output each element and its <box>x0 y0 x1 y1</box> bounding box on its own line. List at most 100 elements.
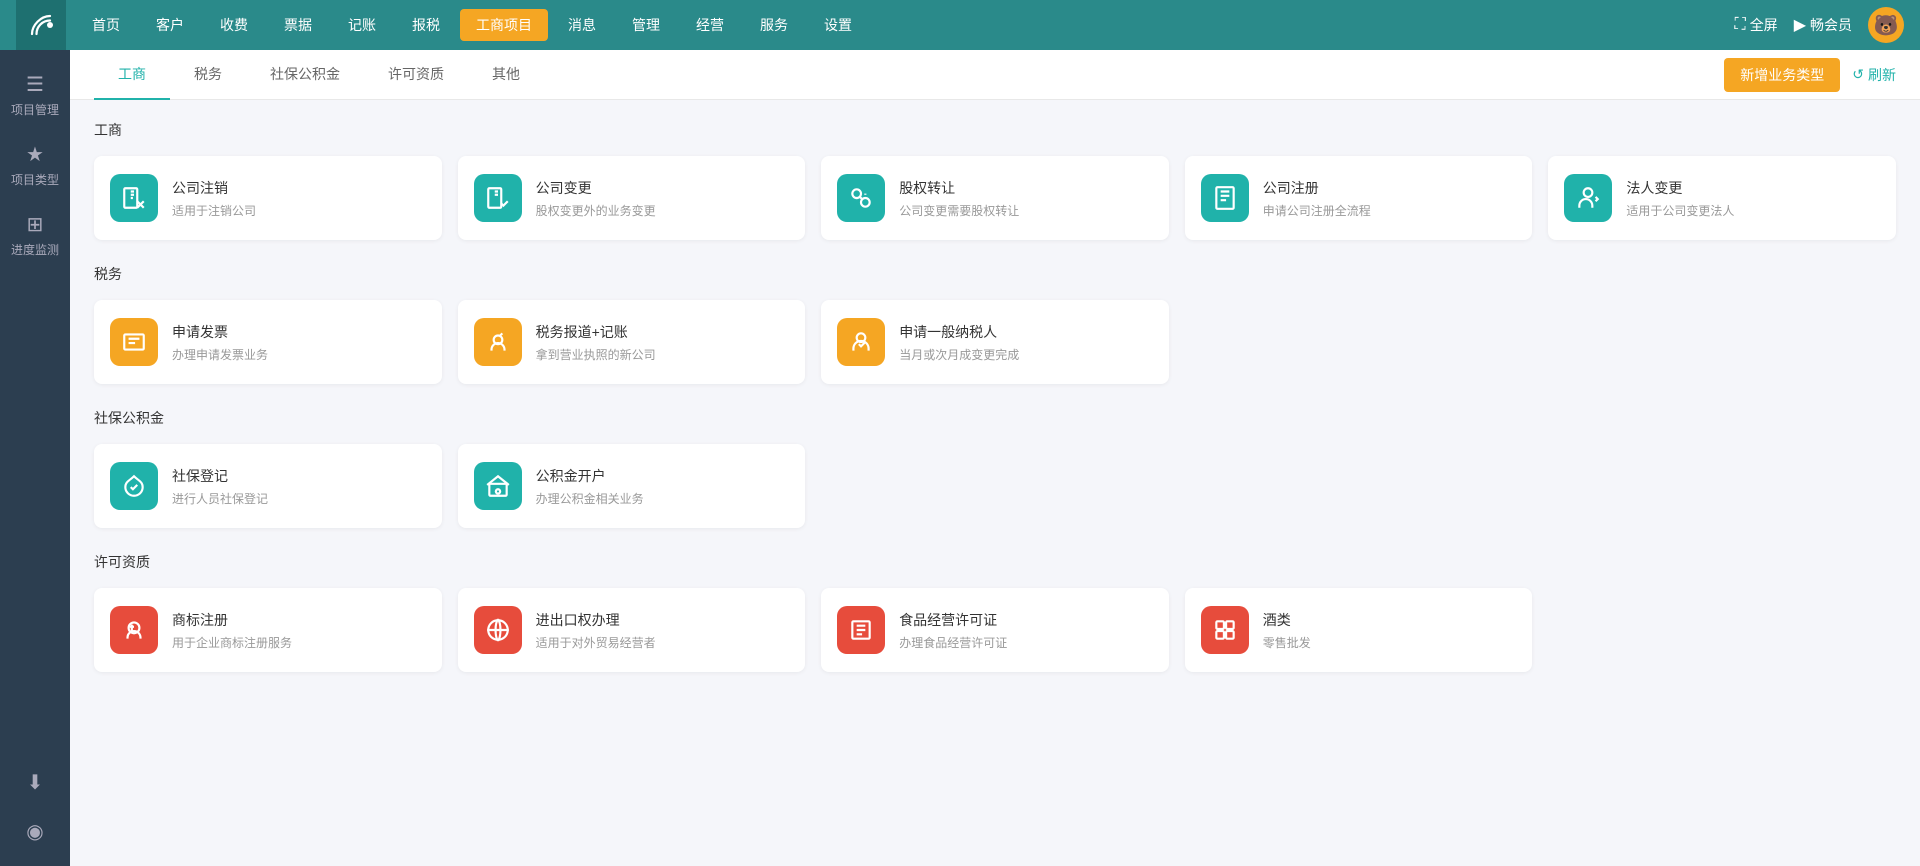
tab-xuke[interactable]: 许可资质 <box>364 50 468 100</box>
tab-gongshang[interactable]: 工商 <box>94 50 170 100</box>
user-avatar[interactable]: 🐻 <box>1868 7 1904 43</box>
nav-bill[interactable]: 票据 <box>268 9 328 41</box>
wine-info: 酒类 零售批发 <box>1263 610 1311 651</box>
company-cancel-desc: 适用于注销公司 <box>172 202 256 219</box>
company-register-title: 公司注册 <box>1263 178 1371 198</box>
section-shuiwu-title: 税务 <box>94 264 1896 284</box>
content-area: 工商 税务 社保公积金 许可资质 其他 新增业务类型 ↺ 刷新 工商 <box>70 50 1920 866</box>
legal-change-title: 法人变更 <box>1626 178 1734 198</box>
left-sidebar: ☰ 项目管理 ★ 项目类型 ⊞ 进度监测 ⬇ ◉ <box>0 50 70 866</box>
fullscreen-label: 全屏 <box>1750 15 1778 35</box>
card-housing-fund[interactable]: 公积金开户 办理公积金相关业务 <box>458 444 806 528</box>
trademark-title: 商标注册 <box>172 610 292 630</box>
social-insurance-info: 社保登记 进行人员社保登记 <box>172 466 268 507</box>
tab-bar: 工商 税务 社保公积金 许可资质 其他 新增业务类型 ↺ 刷新 <box>70 50 1920 100</box>
card-company-register[interactable]: 公司注册 申请公司注册全流程 <box>1185 156 1533 240</box>
general-taxpayer-info: 申请一般纳税人 当月或次月成变更完成 <box>899 322 1019 363</box>
nav-fee[interactable]: 收费 <box>204 9 264 41</box>
card-social-insurance[interactable]: 社保登记 进行人员社保登记 <box>94 444 442 528</box>
equity-transfer-info: 股权转让 公司变更需要股权转让 <box>899 178 1019 219</box>
equity-transfer-icon <box>837 174 885 222</box>
food-license-info: 食品经营许可证 办理食品经营许可证 <box>899 610 1007 651</box>
shebao-cards: 社保登记 进行人员社保登记 公积金开户 办理公积金相关业务 <box>94 444 1896 528</box>
invoice-apply-icon <box>110 318 158 366</box>
nav-service[interactable]: 服务 <box>744 9 804 41</box>
nav-settings[interactable]: 设置 <box>808 9 868 41</box>
housing-fund-desc: 办理公积金相关业务 <box>536 490 644 507</box>
tab-other[interactable]: 其他 <box>468 50 544 100</box>
tax-report-info: 税务报道+记账 拿到营业执照的新公司 <box>536 322 656 363</box>
housing-fund-title: 公积金开户 <box>536 466 644 486</box>
xuke-cards: 商标注册 用于企业商标注册服务 进出口权办理 适用于对外贸易经营者 <box>94 588 1896 672</box>
nav-tax[interactable]: 报税 <box>396 9 456 41</box>
gongshang-cards: 公司注销 适用于注销公司 公司变更 股权变更外的业务变更 <box>94 156 1896 240</box>
fullscreen-btn[interactable]: ⛶ 全屏 <box>1734 15 1777 35</box>
card-wine[interactable]: 酒类 零售批发 <box>1185 588 1533 672</box>
tab-shuiwu[interactable]: 税务 <box>170 50 246 100</box>
member-btn[interactable]: ▶ 畅会员 <box>1794 15 1852 35</box>
nav-message[interactable]: 消息 <box>552 9 612 41</box>
refresh-button[interactable]: ↺ 刷新 <box>1852 65 1896 85</box>
social-insurance-desc: 进行人员社保登记 <box>172 490 268 507</box>
nav-items: 首页 客户 收费 票据 记账 报税 工商项目 消息 管理 经营 服务 设置 <box>76 9 1734 41</box>
nav-accounting[interactable]: 记账 <box>332 9 392 41</box>
company-change-info: 公司变更 股权变更外的业务变更 <box>536 178 656 219</box>
company-register-info: 公司注册 申请公司注册全流程 <box>1263 178 1371 219</box>
scroll-content[interactable]: 工商 公司注销 适用于注销公司 <box>70 100 1920 866</box>
trademark-icon <box>110 606 158 654</box>
import-export-icon <box>474 606 522 654</box>
general-taxpayer-icon <box>837 318 885 366</box>
card-equity-transfer[interactable]: 股权转让 公司变更需要股权转让 <box>821 156 1169 240</box>
main-layout: ☰ 项目管理 ★ 项目类型 ⊞ 进度监测 ⬇ ◉ 工商 税务 社保公积金 <box>0 50 1920 866</box>
project-manage-icon: ☰ <box>26 72 44 97</box>
sidebar-item-project-manage[interactable]: ☰ 项目管理 <box>0 60 70 130</box>
progress-icon: ⊞ <box>27 212 44 237</box>
nav-manage[interactable]: 管理 <box>616 9 676 41</box>
tab-shebao[interactable]: 社保公积金 <box>246 50 364 100</box>
tax-report-desc: 拿到营业执照的新公司 <box>536 346 656 363</box>
card-company-change[interactable]: 公司变更 股权变更外的业务变更 <box>458 156 806 240</box>
logo <box>16 0 66 50</box>
company-cancel-info: 公司注销 适用于注销公司 <box>172 178 256 219</box>
food-license-icon <box>837 606 885 654</box>
nav-home[interactable]: 首页 <box>76 9 136 41</box>
nav-operation[interactable]: 经营 <box>680 9 740 41</box>
wine-title: 酒类 <box>1263 610 1311 630</box>
card-tax-report[interactable]: 税务报道+记账 拿到营业执照的新公司 <box>458 300 806 384</box>
general-taxpayer-title: 申请一般纳税人 <box>899 322 1019 342</box>
fullscreen-icon: ⛶ <box>1734 16 1745 34</box>
card-company-cancel[interactable]: 公司注销 适用于注销公司 <box>94 156 442 240</box>
sidebar-item-location[interactable]: ◉ <box>0 807 70 856</box>
nav-client[interactable]: 客户 <box>140 9 200 41</box>
card-legal-change[interactable]: 法人变更 适用于公司变更法人 <box>1548 156 1896 240</box>
card-import-export[interactable]: 进出口权办理 适用于对外贸易经营者 <box>458 588 806 672</box>
top-nav-right: ⛶ 全屏 ▶ 畅会员 🐻 <box>1734 7 1904 43</box>
invoice-apply-title: 申请发票 <box>172 322 268 342</box>
section-xuke-title: 许可资质 <box>94 552 1896 572</box>
social-insurance-title: 社保登记 <box>172 466 268 486</box>
food-license-title: 食品经营许可证 <box>899 610 1007 630</box>
legal-change-info: 法人变更 适用于公司变更法人 <box>1626 178 1734 219</box>
company-register-desc: 申请公司注册全流程 <box>1263 202 1371 219</box>
sidebar-item-project-type[interactable]: ★ 项目类型 <box>0 130 70 200</box>
invoice-apply-info: 申请发票 办理申请发票业务 <box>172 322 268 363</box>
card-trademark[interactable]: 商标注册 用于企业商标注册服务 <box>94 588 442 672</box>
project-type-icon: ★ <box>26 142 44 167</box>
nav-industry[interactable]: 工商项目 <box>460 9 548 41</box>
section-shebao-title: 社保公积金 <box>94 408 1896 428</box>
equity-transfer-desc: 公司变更需要股权转让 <box>899 202 1019 219</box>
tab-list: 工商 税务 社保公积金 许可资质 其他 <box>94 50 1724 100</box>
card-general-taxpayer[interactable]: 申请一般纳税人 当月或次月成变更完成 <box>821 300 1169 384</box>
equity-transfer-title: 股权转让 <box>899 178 1019 198</box>
sidebar-label-project-manage: 项目管理 <box>11 101 59 118</box>
sidebar-item-progress[interactable]: ⊞ 进度监测 <box>0 200 70 270</box>
location-icon: ◉ <box>26 819 43 844</box>
card-food-license[interactable]: 食品经营许可证 办理食品经营许可证 <box>821 588 1169 672</box>
company-register-icon <box>1201 174 1249 222</box>
add-type-button[interactable]: 新增业务类型 <box>1724 58 1840 92</box>
sidebar-label-progress: 进度监测 <box>11 241 59 258</box>
sidebar-item-download[interactable]: ⬇ <box>0 758 70 807</box>
sidebar-label-project-type: 项目类型 <box>11 171 59 188</box>
company-cancel-title: 公司注销 <box>172 178 256 198</box>
card-invoice-apply[interactable]: 申请发票 办理申请发票业务 <box>94 300 442 384</box>
